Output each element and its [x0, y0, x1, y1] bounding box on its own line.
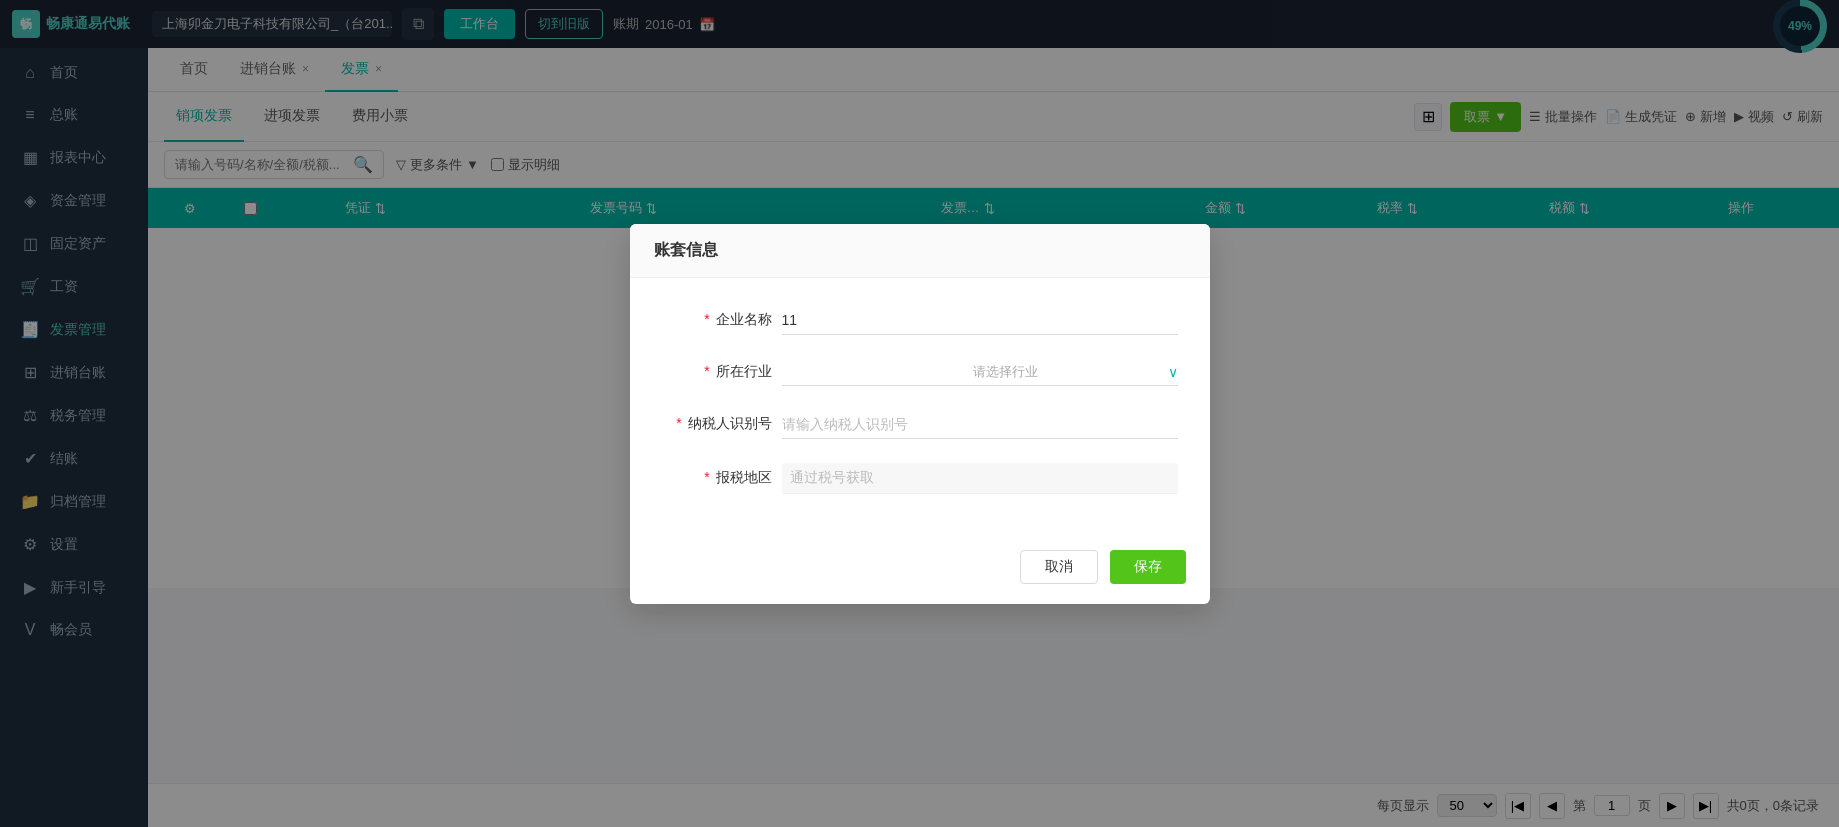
industry-select-wrapper: 请选择行业 ∨ [782, 359, 1178, 386]
company-name-input[interactable] [782, 306, 1178, 335]
taxid-label: * 纳税人识别号 [662, 415, 772, 433]
taxregion-label: * 报税地区 [662, 469, 772, 487]
modal-footer: 取消 保存 [630, 538, 1210, 604]
taxregion-label-text: 报税地区 [716, 469, 772, 485]
required-star-3: * [676, 415, 681, 431]
industry-label: * 所在行业 [662, 363, 772, 381]
modal-title: 账套信息 [630, 224, 1210, 278]
required-star-2: * [704, 363, 709, 379]
company-name-label: * 企业名称 [662, 311, 772, 329]
industry-label-text: 所在行业 [716, 363, 772, 379]
form-row-industry: * 所在行业 请选择行业 ∨ [662, 359, 1178, 386]
required-star-4: * [704, 469, 709, 485]
industry-select[interactable] [782, 364, 973, 380]
save-button[interactable]: 保存 [1110, 550, 1186, 584]
form-row-taxregion: * 报税地区 通过税号获取 [662, 463, 1178, 494]
account-info-modal: 账套信息 * 企业名称 * 所在行业 请选 [630, 224, 1210, 604]
taxregion-readonly: 通过税号获取 [782, 463, 1178, 494]
modal-overlay: 账套信息 * 企业名称 * 所在行业 请选 [0, 0, 1839, 827]
taxid-input[interactable] [782, 410, 1178, 439]
modal-body: * 企业名称 * 所在行业 请选择行业 ∨ [630, 278, 1210, 538]
industry-dropdown-arrow: ∨ [1168, 364, 1178, 380]
industry-placeholder: 请选择行业 [973, 363, 1164, 381]
form-row-company: * 企业名称 [662, 306, 1178, 335]
cancel-button[interactable]: 取消 [1020, 550, 1098, 584]
form-row-taxid: * 纳税人识别号 [662, 410, 1178, 439]
taxid-label-text: 纳税人识别号 [688, 415, 772, 431]
required-star: * [704, 311, 709, 327]
company-label-text: 企业名称 [716, 311, 772, 327]
